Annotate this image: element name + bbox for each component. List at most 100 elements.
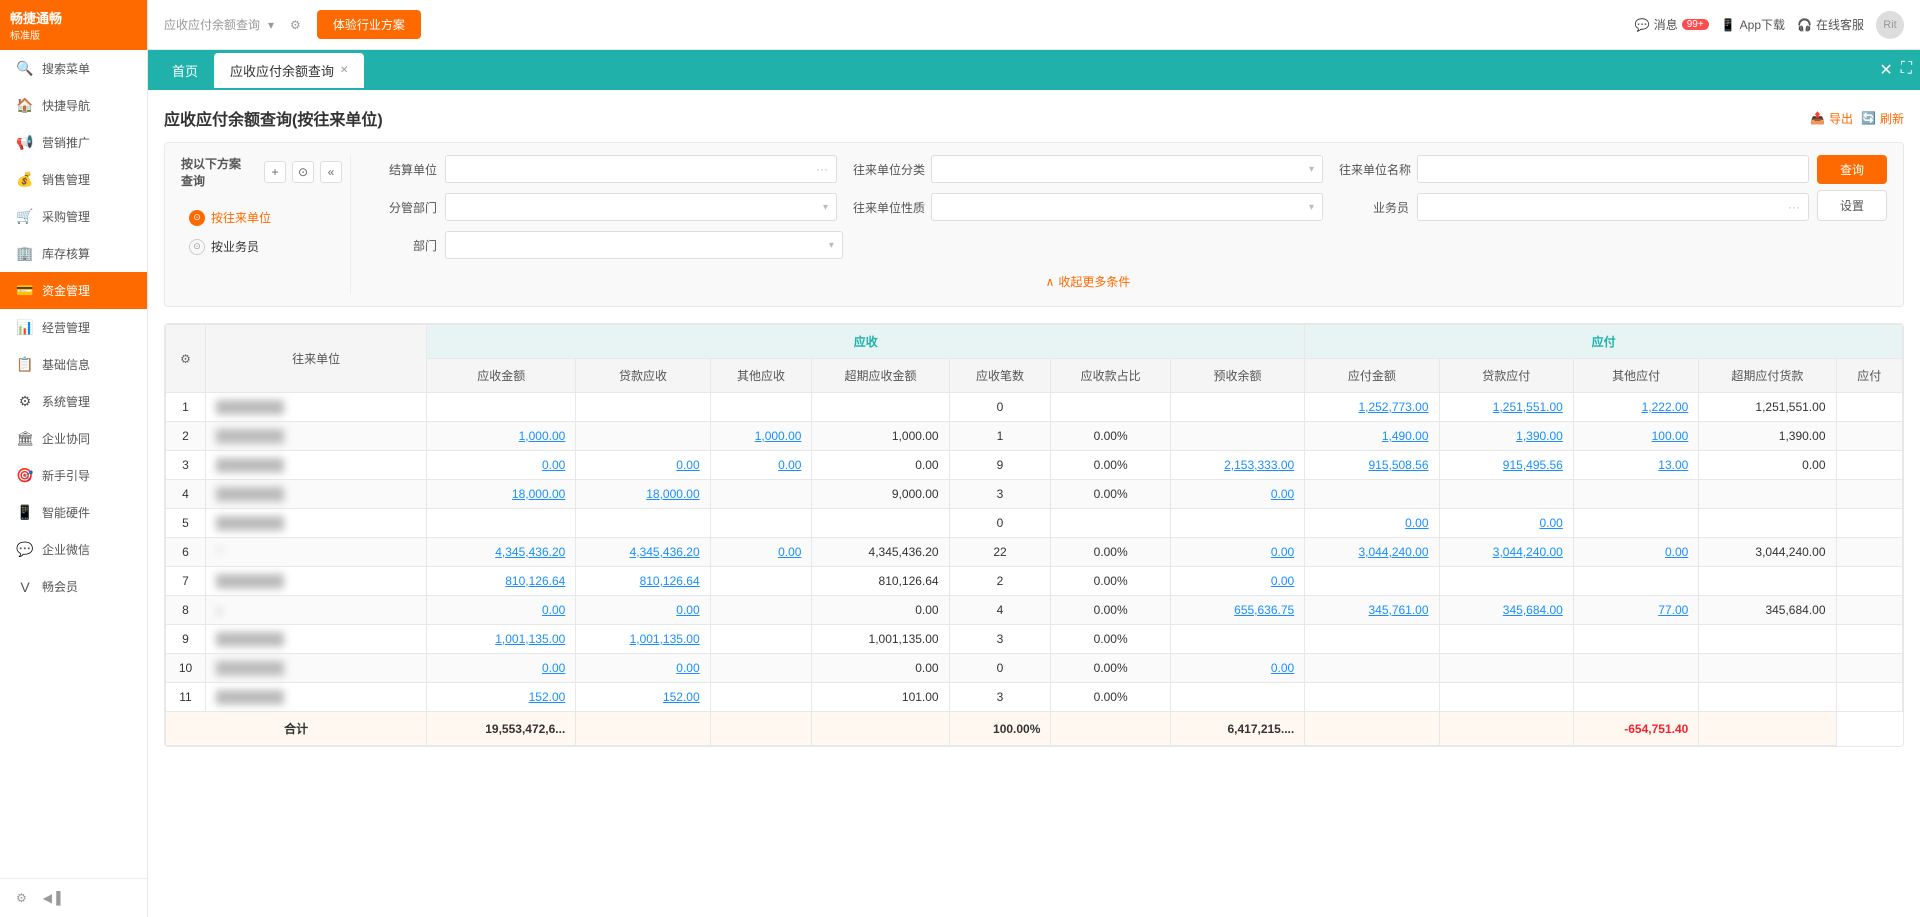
- input-dept[interactable]: ▾: [445, 231, 843, 259]
- sidebar-item-inventory[interactable]: 🏢库存核算: [0, 235, 147, 272]
- sidebar-item-guide[interactable]: 🎯新手引导: [0, 457, 147, 494]
- cell-link[interactable]: 0.00: [1170, 654, 1304, 683]
- cell-empty: [812, 509, 949, 538]
- input-salesperson[interactable]: ···: [1417, 193, 1809, 221]
- sidebar-item-vip[interactable]: V畅会员: [0, 568, 147, 605]
- cell-link[interactable]: 0.00: [1305, 509, 1439, 538]
- scheme-by-staff[interactable]: ⊙ 按业务员: [181, 234, 342, 259]
- cell-link[interactable]: 0.00: [1439, 509, 1573, 538]
- cell-link[interactable]: 152.00: [427, 683, 576, 712]
- cell-link[interactable]: 4,345,436.20: [576, 538, 710, 567]
- cell-link[interactable]: 18,000.00: [576, 480, 710, 509]
- sidebar-item-sales[interactable]: 💰销售管理: [0, 161, 147, 198]
- cell-link[interactable]: 0.00: [427, 596, 576, 625]
- maximize-btn[interactable]: ⛶: [1901, 60, 1912, 80]
- cell-empty: [1836, 654, 1903, 683]
- query-btn[interactable]: 查询: [1817, 155, 1887, 184]
- cell-link[interactable]: 0.00: [1573, 538, 1698, 567]
- sidebar-item-search-menu[interactable]: 🔍搜索菜单: [0, 50, 147, 87]
- cell-link[interactable]: 915,508.56: [1305, 451, 1439, 480]
- cell-link[interactable]: 915,495.56: [1439, 451, 1573, 480]
- cell-link[interactable]: 0.00: [710, 451, 812, 480]
- col-group-ar: 应收: [427, 325, 1305, 359]
- cell-link[interactable]: 0.00: [1170, 538, 1304, 567]
- sidebar-item-system[interactable]: ⚙系统管理: [0, 383, 147, 420]
- cell-link[interactable]: 3,044,240.00: [1439, 538, 1573, 567]
- app-download-btn[interactable]: 📱 App下载: [1721, 16, 1785, 33]
- sidebar-item-operations[interactable]: 📊经营管理: [0, 309, 147, 346]
- sidebar-item-basic-info[interactable]: 📋基础信息: [0, 346, 147, 383]
- cell-link[interactable]: 810,126.64: [576, 567, 710, 596]
- collapse-btn[interactable]: ∧ 收起更多条件: [367, 269, 1809, 294]
- cell-link[interactable]: 4,345,436.20: [427, 538, 576, 567]
- input-customer-category[interactable]: ▾: [931, 155, 1323, 183]
- cell-link[interactable]: 1,252,773.00: [1305, 393, 1439, 422]
- sidebar-item-purchase[interactable]: 🛒采购管理: [0, 198, 147, 235]
- sidebar-item-enterprise[interactable]: 🏛企业协同: [0, 420, 147, 457]
- footer-ap-prepaid[interactable]: 6,417,215....: [1170, 712, 1304, 746]
- cell-link[interactable]: 0.00: [710, 538, 812, 567]
- sidebar-item-funds[interactable]: 💳资金管理: [0, 272, 147, 309]
- expand-scheme-btn[interactable]: «: [320, 161, 342, 183]
- sidebar-item-marketing[interactable]: 📢营销推广: [0, 124, 147, 161]
- cell-link[interactable]: 0.00: [576, 451, 710, 480]
- tab-home[interactable]: 首页: [156, 53, 214, 88]
- input-customer-name[interactable]: [1417, 155, 1809, 183]
- col-settings: ⚙: [166, 325, 206, 393]
- cell-link[interactable]: 345,684.00: [1439, 596, 1573, 625]
- cell-link[interactable]: 1,000.00: [427, 422, 576, 451]
- tab-close-btn[interactable]: ✕: [340, 65, 348, 76]
- topbar-dropdown-icon[interactable]: ▾: [268, 18, 274, 32]
- input-dept-manager[interactable]: ▾: [445, 193, 837, 221]
- cell-link[interactable]: 0.00: [576, 654, 710, 683]
- table-settings-icon[interactable]: ⚙: [180, 352, 191, 366]
- tab-ar-ap[interactable]: 应收应付余额查询 ✕: [214, 53, 364, 88]
- cell-link[interactable]: 1,390.00: [1439, 422, 1573, 451]
- settings-scheme-btn[interactable]: ⊙: [292, 161, 314, 183]
- sidebar-icon-search-menu: 🔍: [16, 60, 34, 77]
- cell-link[interactable]: 152.00: [576, 683, 710, 712]
- cell-link[interactable]: 1,222.00: [1573, 393, 1698, 422]
- scheme-by-customer[interactable]: ⊙ 按往来单位: [181, 205, 342, 230]
- close-window-btn[interactable]: ✕: [1879, 60, 1892, 80]
- settings-icon[interactable]: ⚙: [16, 891, 27, 905]
- topbar-gear-icon[interactable]: ⚙: [290, 18, 301, 32]
- cell-link[interactable]: 1,001,135.00: [427, 625, 576, 654]
- trial-btn[interactable]: 体验行业方案: [317, 10, 421, 39]
- messages-btn[interactable]: 💬 消息 99+: [1635, 16, 1709, 33]
- cell-link[interactable]: 100.00: [1573, 422, 1698, 451]
- cell-link[interactable]: 0.00: [1170, 567, 1304, 596]
- cell-empty: [710, 567, 812, 596]
- cell-link[interactable]: 1,000.00: [710, 422, 812, 451]
- cell-link[interactable]: 810,126.64: [427, 567, 576, 596]
- content-area: 应收应付余额查询(按往来单位) 📤 导出 🔄 刷新: [148, 90, 1920, 917]
- footer-ar-total[interactable]: 19,553,472,6...: [427, 712, 576, 746]
- export-btn[interactable]: 📤 导出: [1810, 110, 1853, 127]
- cell-customer: ████████: [206, 422, 427, 451]
- sidebar-item-quick-nav[interactable]: 🏠快捷导航: [0, 87, 147, 124]
- refresh-btn[interactable]: 🔄 刷新: [1861, 110, 1904, 127]
- cell-link[interactable]: 345,761.00: [1305, 596, 1439, 625]
- cell-link[interactable]: 18,000.00: [427, 480, 576, 509]
- user-avatar[interactable]: Rit: [1876, 11, 1904, 39]
- input-settlement-unit[interactable]: ···: [445, 155, 837, 183]
- cell-link[interactable]: 1,001,135.00: [576, 625, 710, 654]
- collapse-icon[interactable]: ◀▐: [43, 891, 61, 905]
- cell-link[interactable]: 1,251,551.00: [1439, 393, 1573, 422]
- cell-link[interactable]: 0.00: [576, 596, 710, 625]
- sidebar-item-hardware[interactable]: 📱智能硬件: [0, 494, 147, 531]
- sidebar-item-wechat[interactable]: 💬企业微信: [0, 531, 147, 568]
- input-customer-nature[interactable]: ▾: [931, 193, 1323, 221]
- cell-link[interactable]: 0.00: [427, 654, 576, 683]
- cell-link[interactable]: 13.00: [1573, 451, 1698, 480]
- cell-link[interactable]: 3,044,240.00: [1305, 538, 1439, 567]
- cell-link[interactable]: 0.00: [1170, 480, 1304, 509]
- setting-btn[interactable]: 设置: [1817, 190, 1887, 221]
- cell-link[interactable]: 0.00: [427, 451, 576, 480]
- online-service-btn[interactable]: 🎧 在线客服: [1797, 16, 1864, 33]
- cell-link[interactable]: 77.00: [1573, 596, 1698, 625]
- add-scheme-btn[interactable]: +: [264, 161, 286, 183]
- cell-link[interactable]: 2,153,333.00: [1170, 451, 1304, 480]
- cell-link[interactable]: 1,490.00: [1305, 422, 1439, 451]
- cell-link[interactable]: 655,636.75: [1170, 596, 1304, 625]
